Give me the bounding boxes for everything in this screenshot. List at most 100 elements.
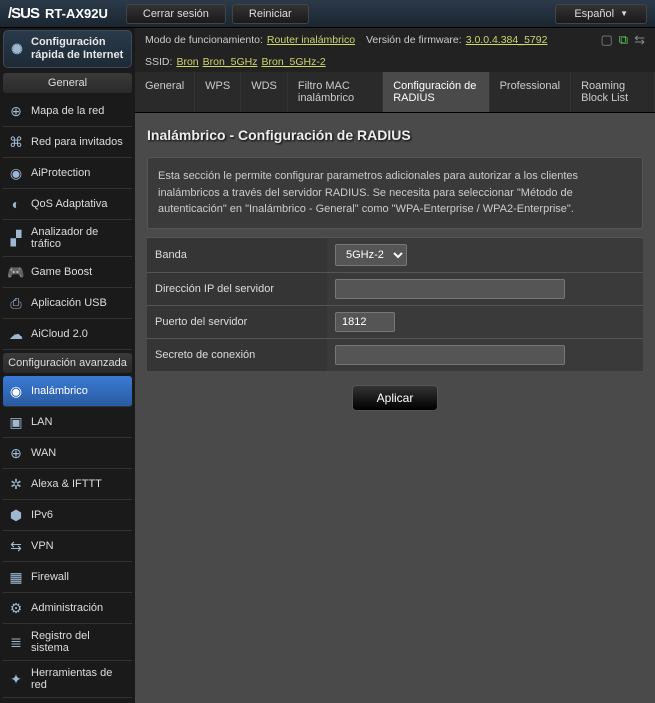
- sidebar-item-label: Mapa de la red: [31, 105, 104, 117]
- sidebar-item-vpn[interactable]: ⇆ VPN: [3, 531, 132, 562]
- sidebar-item-lan[interactable]: ▣ LAN: [3, 407, 132, 438]
- sidebar-item-label: Inalámbrico: [31, 385, 88, 397]
- main-panel: Modo de funcionamiento: Router inalámbri…: [135, 28, 655, 703]
- firmware-value[interactable]: 3.0.0.4.384_5792: [466, 34, 548, 46]
- server-ip-label: Dirección IP del servidor: [147, 272, 327, 305]
- sidebar-item-label: Aplicación USB: [31, 297, 107, 309]
- apply-button[interactable]: Aplicar: [352, 385, 439, 411]
- aimesh-icon[interactable]: ⧉: [619, 32, 628, 48]
- sidebar-item-aicloud[interactable]: ☁ AiCloud 2.0: [3, 319, 132, 350]
- firewall-icon: ▦: [7, 568, 25, 586]
- sidebar-item-label: QoS Adaptativa: [31, 198, 107, 210]
- sidebar-item-label: Administración: [31, 602, 103, 614]
- gamepad-icon: 🎮: [7, 263, 25, 281]
- page-title: Inalámbrico - Configuración de RADIUS: [147, 127, 643, 143]
- sidebar-item-game-boost[interactable]: 🎮 Game Boost: [3, 257, 132, 288]
- ssid-value-2: Bron_5GHz: [203, 56, 258, 68]
- sidebar-item-alexa-ifttt[interactable]: ✲ Alexa & IFTTT: [3, 469, 132, 500]
- tab-general[interactable]: General: [135, 72, 195, 112]
- globe-icon: ⊕: [7, 102, 25, 120]
- quick-setup-button[interactable]: ✺ Configuración rápida de Internet: [3, 30, 132, 68]
- usb-icon: ⎙: [7, 294, 25, 312]
- tab-professional[interactable]: Professional: [490, 72, 572, 112]
- sidebar-item-label: Game Boost: [31, 266, 92, 278]
- globe-gear-icon: ✺: [8, 40, 26, 58]
- server-ip-input[interactable]: [335, 279, 565, 299]
- tab-radius[interactable]: Configuración de RADIUS: [383, 72, 489, 112]
- sidebar-item-network-tools[interactable]: ✦ Herramientas de red: [3, 661, 132, 698]
- ipv6-icon: ⬢: [7, 506, 25, 524]
- tab-bar: General WPS WDS Filtro MAC inalámbrico C…: [135, 72, 655, 113]
- sidebar-item-traffic-analyzer[interactable]: ▞ Analizador de tráfico: [3, 220, 132, 257]
- language-button[interactable]: Español ▼: [555, 4, 647, 24]
- sidebar-item-label: Analizador de tráfico: [31, 226, 128, 250]
- sidebar-item-qos[interactable]: ◐ QoS Adaptativa: [3, 189, 132, 220]
- mode-label: Modo de funcionamiento:: [145, 34, 263, 46]
- sidebar: ✺ Configuración rápida de Internet Gener…: [0, 28, 135, 703]
- ssid-value-3: Bron_5GHz-2: [261, 56, 325, 68]
- sidebar-item-label: VPN: [31, 540, 54, 552]
- users-icon: ⌘: [7, 133, 25, 151]
- sidebar-item-aiprotection[interactable]: ◉ AiProtection: [3, 158, 132, 189]
- sidebar-item-usb-application[interactable]: ⎙ Aplicación USB: [3, 288, 132, 319]
- chevron-down-icon: ▼: [620, 9, 628, 18]
- tab-wds[interactable]: WDS: [241, 72, 288, 112]
- wifi-icon: ◉: [7, 382, 25, 400]
- band-label: Banda: [147, 237, 327, 272]
- sidebar-item-wireless[interactable]: ◉ Inalámbrico: [3, 376, 132, 407]
- link-icon[interactable]: ⇆: [634, 32, 645, 48]
- firmware-label: Versión de firmware:: [366, 34, 462, 46]
- voice-icon: ✲: [7, 475, 25, 493]
- logout-button[interactable]: Cerrar sesión: [126, 4, 226, 24]
- sidebar-item-guest-network[interactable]: ⌘ Red para invitados: [3, 127, 132, 158]
- reboot-button[interactable]: Reiniciar: [232, 4, 309, 24]
- sidebar-item-label: Alexa & IFTTT: [31, 478, 102, 490]
- sidebar-item-firewall[interactable]: ▦ Firewall: [3, 562, 132, 593]
- sidebar-item-administration[interactable]: ⚙ Administración: [3, 593, 132, 624]
- band-select[interactable]: 5GHz-2: [335, 244, 407, 266]
- sidebar-header-general: General: [3, 73, 132, 93]
- mode-value[interactable]: Router inalámbrico: [267, 34, 355, 46]
- ssid-value-1: Bron: [176, 56, 198, 68]
- ssid-label: SSID:: [145, 56, 172, 68]
- quick-setup-label: Configuración rápida de Internet: [31, 36, 127, 62]
- app-icon[interactable]: ▢: [601, 32, 613, 48]
- language-label: Español: [574, 8, 614, 20]
- globe-icon: ⊕: [7, 444, 25, 462]
- cloud-icon: ☁: [7, 325, 25, 343]
- radius-form: Banda 5GHz-2 Dirección IP del servidor P…: [147, 237, 643, 371]
- sidebar-item-label: WAN: [31, 447, 56, 459]
- model-name: RT-AX92U: [45, 6, 108, 21]
- sidebar-item-ipv6[interactable]: ⬢ IPv6: [3, 500, 132, 531]
- shield-icon: ◉: [7, 164, 25, 182]
- admin-icon: ⚙: [7, 599, 25, 617]
- tab-roaming-block[interactable]: Roaming Block List: [571, 72, 655, 112]
- log-icon: ≣: [7, 633, 25, 651]
- sidebar-item-label: LAN: [31, 416, 52, 428]
- gauge-icon: ◐: [7, 195, 25, 213]
- sidebar-item-label: AiProtection: [31, 167, 90, 179]
- sidebar-header-advanced: Configuración avanzada: [3, 353, 132, 373]
- vpn-icon: ⇆: [7, 537, 25, 555]
- page-description: Esta sección le permite configurar param…: [147, 157, 643, 229]
- topbar: /SUS RT-AX92U Cerrar sesión Reiniciar Es…: [0, 0, 655, 28]
- lan-icon: ▣: [7, 413, 25, 431]
- sidebar-item-label: AiCloud 2.0: [31, 328, 88, 340]
- info-bar: Modo de funcionamiento: Router inalámbri…: [135, 28, 655, 72]
- sidebar-item-label: Red para invitados: [31, 136, 123, 148]
- sidebar-item-system-log[interactable]: ≣ Registro del sistema: [3, 624, 132, 661]
- sidebar-item-label: Registro del sistema: [31, 630, 128, 654]
- tab-mac-filter[interactable]: Filtro MAC inalámbrico: [288, 72, 383, 112]
- sidebar-item-network-map[interactable]: ⊕ Mapa de la red: [3, 96, 132, 127]
- server-port-input[interactable]: [335, 312, 395, 332]
- brand-logo: /SUS: [8, 5, 39, 22]
- sidebar-item-wan[interactable]: ⊕ WAN: [3, 438, 132, 469]
- tools-icon: ✦: [7, 670, 25, 688]
- tab-wps[interactable]: WPS: [195, 72, 241, 112]
- sidebar-item-label: Firewall: [31, 571, 69, 583]
- sidebar-item-label: Herramientas de red: [31, 667, 128, 691]
- chart-icon: ▞: [7, 229, 25, 247]
- connection-secret-input[interactable]: [335, 345, 565, 365]
- server-port-label: Puerto del servidor: [147, 305, 327, 338]
- sidebar-item-label: IPv6: [31, 509, 53, 521]
